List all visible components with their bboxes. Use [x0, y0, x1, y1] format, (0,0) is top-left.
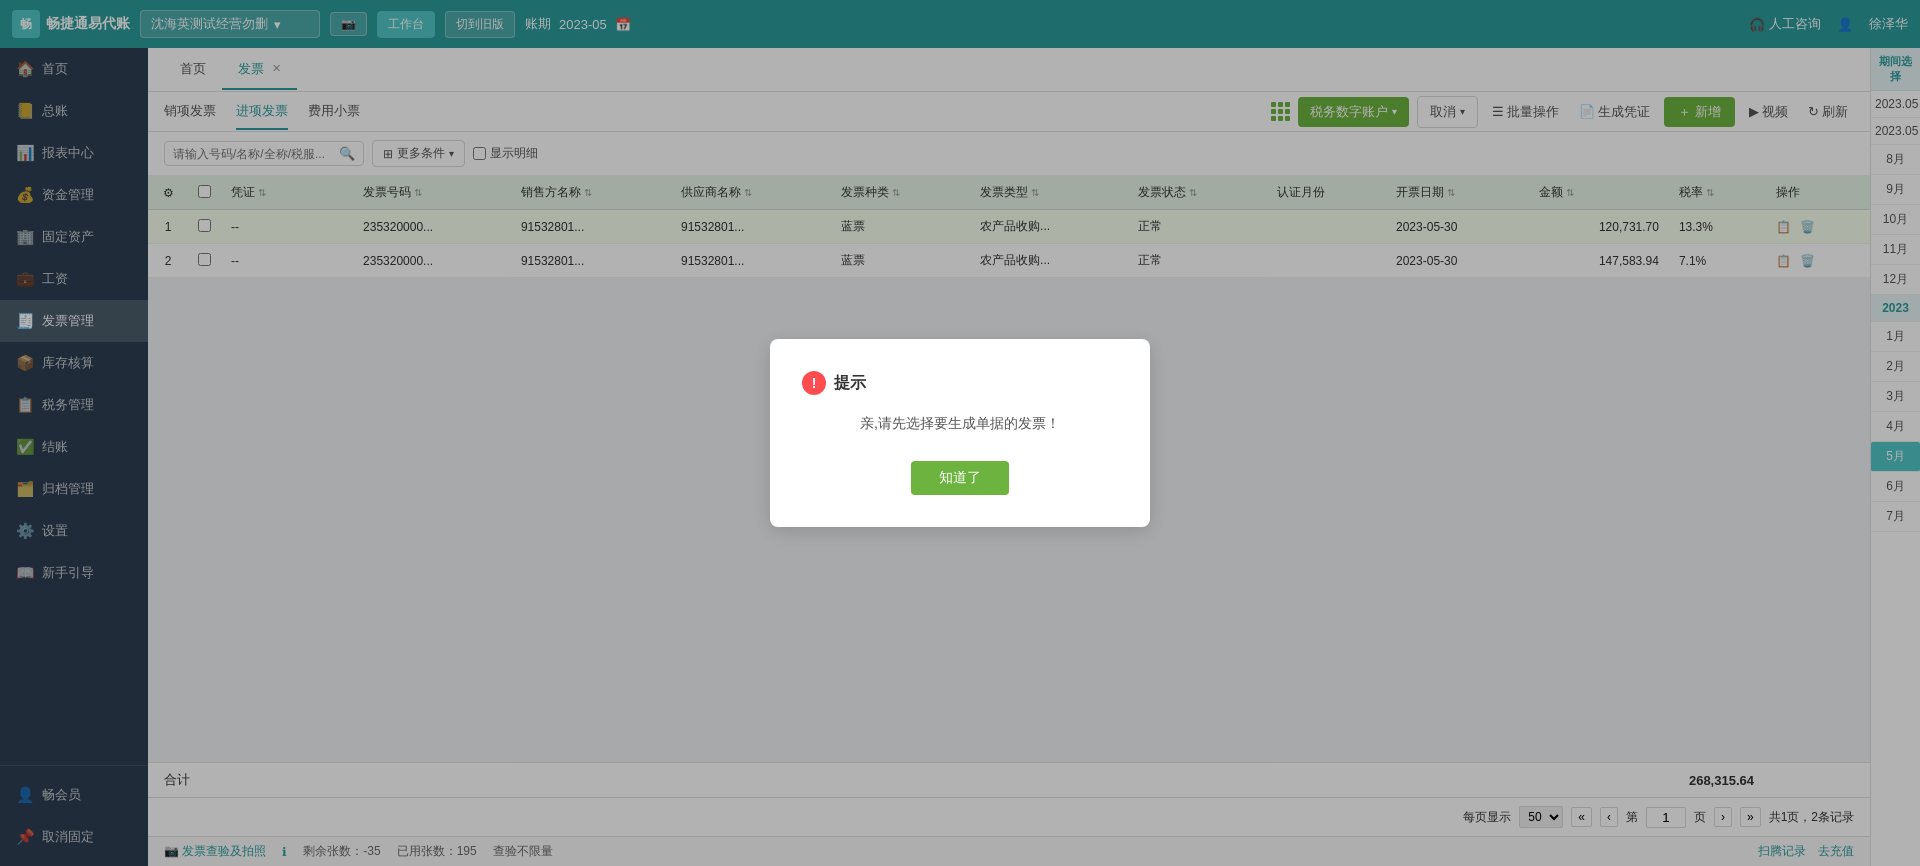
modal-warning-icon: !: [802, 371, 826, 395]
modal-header: ! 提示: [802, 371, 1118, 395]
modal-box: ! 提示 亲,请先选择要生成单据的发票！ 知道了: [770, 339, 1150, 527]
modal-confirm-button[interactable]: 知道了: [911, 461, 1009, 495]
modal-footer: 知道了: [802, 461, 1118, 495]
modal-message: 亲,请先选择要生成单据的发票！: [802, 415, 1118, 433]
modal-title: 提示: [834, 373, 866, 394]
modal-overlay: ! 提示 亲,请先选择要生成单据的发票！ 知道了: [0, 0, 1920, 866]
